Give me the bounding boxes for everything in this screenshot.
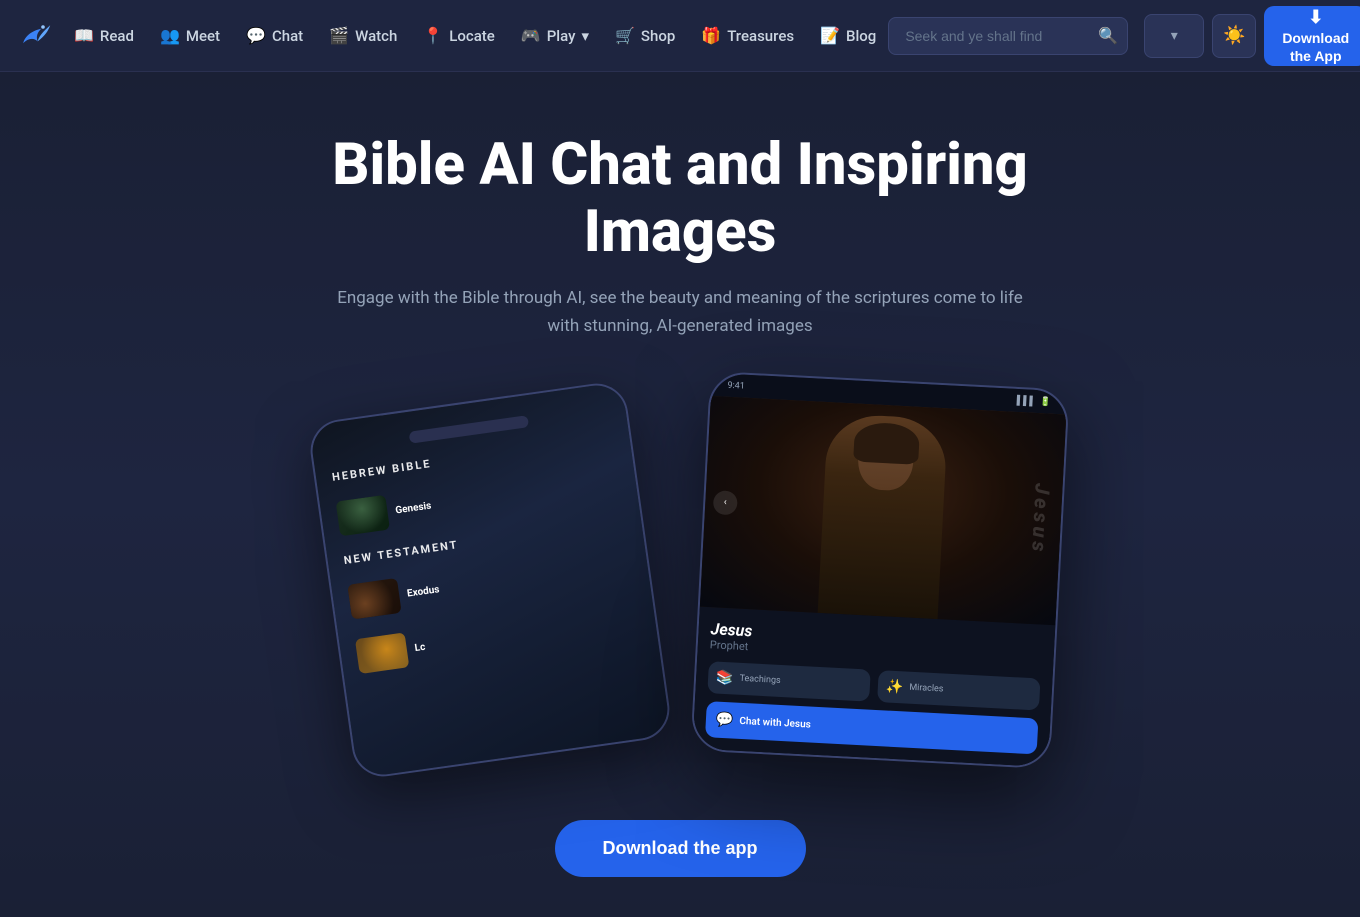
phones-container: HEBREW BIBLE Genesis NEW TESTAMENT	[300, 380, 1060, 760]
phone-jesus-image: Jesus ‹	[700, 396, 1067, 625]
meet-icon: 👥	[160, 26, 180, 45]
nav-link-chat[interactable]: 💬 Chat	[234, 18, 315, 53]
lc-thumb	[355, 632, 409, 674]
nav-link-watch[interactable]: 🎬 Watch	[317, 18, 409, 53]
search-icon: 🔍	[1098, 26, 1118, 46]
chat-icon: 💬	[246, 26, 266, 45]
chat-jesus-button[interactable]: 💬 Chat with Jesus	[705, 701, 1038, 754]
play-dropdown-arrow: ▾	[581, 27, 589, 45]
exodus-thumb	[347, 578, 401, 620]
nav-extra-buttons: ▾ ☀️ ⬇ Download the App 💬	[1144, 6, 1360, 66]
navbar: 📖 Read 👥 Meet 💬 Chat 🎬 Watch 📍 Locate 🎮 …	[0, 0, 1360, 72]
hero-title: Bible AI Chat and Inspiring Images	[230, 132, 1130, 265]
phone-time: 9:41	[727, 380, 745, 391]
shop-icon: 🛒	[615, 26, 635, 45]
nav-link-read[interactable]: 📖 Read	[62, 18, 146, 53]
phone-front: 9:41 ▌▌▌ 🔋	[690, 371, 1069, 769]
search-input[interactable]	[888, 17, 1128, 55]
nav-links: 📖 Read 👥 Meet 💬 Chat 🎬 Watch 📍 Locate 🎮 …	[62, 18, 888, 53]
treasures-icon: 🎁	[701, 26, 721, 45]
teachings-button[interactable]: 📚 Teachings	[707, 661, 870, 701]
nav-link-meet[interactable]: 👥 Meet	[148, 18, 232, 53]
download-icon: ⬇	[1308, 7, 1323, 28]
download-app-button[interactable]: ⬇ Download the App	[1264, 6, 1360, 66]
hero-subtitle: Engage with the Bible through AI, see th…	[320, 285, 1040, 339]
search-wrapper: 🔍	[888, 17, 1128, 55]
chevron-down-icon: ▾	[1171, 27, 1178, 44]
nav-link-play[interactable]: 🎮 Play ▾	[509, 18, 601, 53]
blog-icon: 📝	[820, 26, 840, 45]
theme-toggle-button[interactable]: ☀️	[1212, 14, 1256, 58]
teachings-icon: 📚	[716, 669, 734, 686]
phone-bottom-area: Jesus Prophet 📚 Teachings ✨ Miracles	[692, 606, 1055, 766]
play-icon: 🎮	[521, 26, 541, 45]
read-icon: 📖	[74, 26, 94, 45]
hero-download-button[interactable]: Download the app	[555, 820, 806, 877]
nav-logo[interactable]	[16, 18, 52, 54]
miracles-icon: ✨	[885, 678, 903, 695]
sun-icon: ☀️	[1223, 25, 1245, 46]
action-buttons-grid: 📚 Teachings ✨ Miracles 💬 Chat with Jesus	[705, 661, 1041, 754]
phone-front-screen: 9:41 ▌▌▌ 🔋	[692, 373, 1067, 767]
nav-link-blog[interactable]: 📝 Blog	[808, 18, 888, 53]
locate-icon: 📍	[423, 26, 443, 45]
nav-link-shop[interactable]: 🛒 Shop	[603, 18, 687, 53]
cta-section: Download the app	[555, 820, 806, 877]
nav-link-treasures[interactable]: 🎁 Treasures	[689, 18, 806, 53]
genesis-thumb	[336, 495, 390, 537]
nav-link-locate[interactable]: 📍 Locate	[411, 18, 506, 53]
search-button[interactable]: 🔍	[1098, 26, 1118, 46]
jesus-watermark: Jesus	[1027, 482, 1055, 555]
watch-icon: 🎬	[329, 26, 349, 45]
signal-icon: ▌▌▌	[1016, 395, 1036, 407]
phone-back-screen: HEBREW BIBLE Genesis NEW TESTAMENT	[309, 381, 671, 778]
battery-icon: 🔋	[1040, 396, 1052, 407]
phone-back: HEBREW BIBLE Genesis NEW TESTAMENT	[307, 379, 674, 780]
chat-icon-phone: 💬	[716, 711, 734, 728]
language-dropdown-button[interactable]: ▾	[1144, 14, 1204, 58]
search-container: 🔍 ▾ ☀️ ⬇ Download the App 💬	[888, 6, 1360, 66]
hero-section: Bible AI Chat and Inspiring Images Engag…	[0, 72, 1360, 917]
miracles-button[interactable]: ✨ Miracles	[877, 670, 1040, 710]
